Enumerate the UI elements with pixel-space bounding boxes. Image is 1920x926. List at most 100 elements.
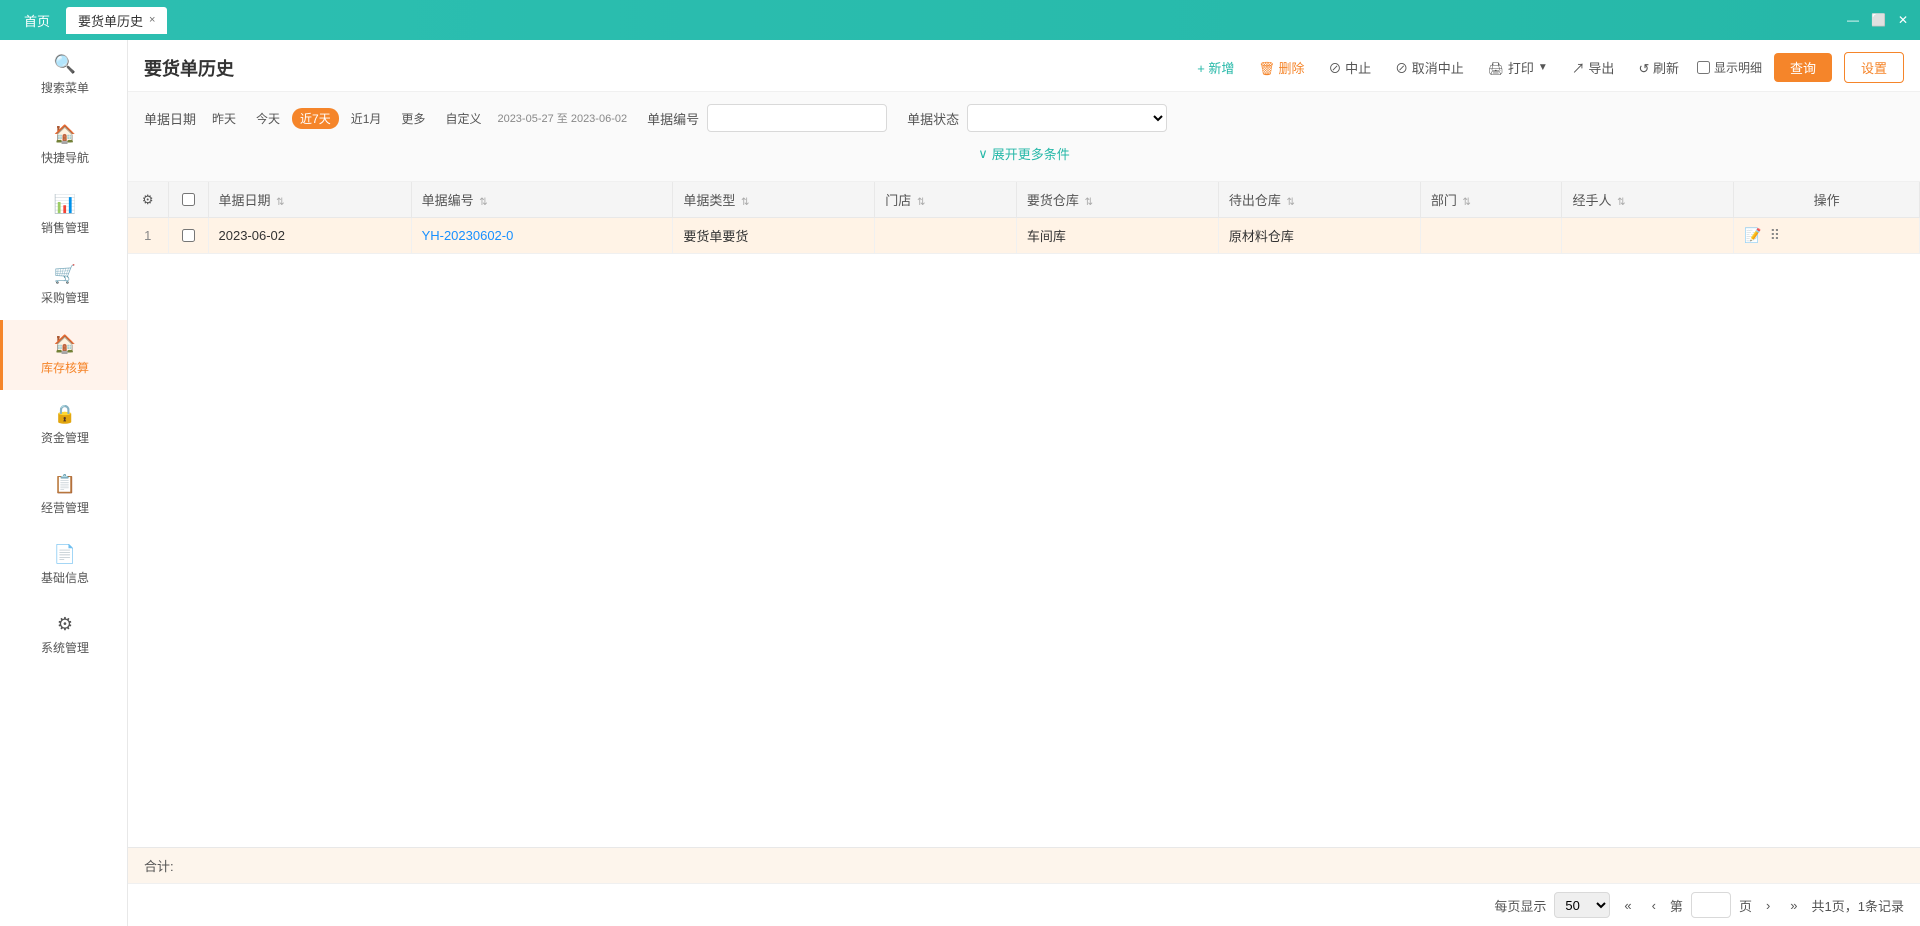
sidebar-item-sys-mgmt[interactable]: ⚙ 系统管理 <box>0 600 127 670</box>
sort-handler-icon: ⇅ <box>1617 197 1625 208</box>
sidebar-item-inventory[interactable]: 🏠 库存核算 <box>0 320 127 390</box>
next-page-button[interactable]: › <box>1760 896 1776 915</box>
sidebar-item-sales-mgmt[interactable]: 📊 销售管理 <box>0 180 127 250</box>
td-action: 📝 ⠿ <box>1734 218 1920 254</box>
basic-info-icon: 📄 <box>54 544 76 565</box>
print-dropdown-icon[interactable]: ▼ <box>1538 62 1548 73</box>
page-number-input[interactable]: 1 <box>1691 892 1731 918</box>
th-date[interactable]: 单据日期 ⇅ <box>208 182 411 218</box>
delete-button[interactable]: 🗑 删除 <box>1252 54 1310 81</box>
chevron-down-icon: ∨ <box>978 146 988 162</box>
search-menu-icon: 🔍 <box>54 54 76 75</box>
filter-area: 单据日期 昨天 今天 近7天 近1月 更多 自定义 2023-05-27 至 2… <box>128 92 1920 182</box>
action-icons: 📝 ⠿ <box>1744 227 1909 244</box>
sidebar-item-ops-mgmt[interactable]: 📋 经营管理 <box>0 460 127 530</box>
sidebar: 🔍 搜索菜单 🏠 快捷导航 📊 销售管理 🛒 采购管理 🏠 库存核算 🔒 资金管… <box>0 40 128 926</box>
tab-bar: 首页 要货单历史 × <box>12 7 1847 34</box>
prev-page-button[interactable]: ‹ <box>1646 896 1662 915</box>
th-req-warehouse[interactable]: 要货仓库 ⇅ <box>1016 182 1218 218</box>
sidebar-item-search-menu[interactable]: 🔍 搜索菜单 <box>0 40 127 110</box>
date-tab-custom[interactable]: 自定义 <box>437 108 489 129</box>
sort-store-icon: ⇅ <box>917 197 925 208</box>
td-store <box>875 218 1017 254</box>
add-button[interactable]: + 新增 <box>1191 54 1240 81</box>
doc-number-label: 单据编号 <box>647 109 699 128</box>
sidebar-item-purchase-mgmt[interactable]: 🛒 采购管理 <box>0 250 127 320</box>
date-tab-more[interactable]: 更多 <box>393 108 433 129</box>
finance-mgmt-icon: 🔒 <box>54 404 76 425</box>
th-number[interactable]: 单据编号 ⇅ <box>411 182 673 218</box>
expand-more-button[interactable]: ∨ 展开更多条件 <box>144 138 1904 169</box>
td-seq: 1 <box>128 218 168 254</box>
top-bar: 首页 要货单历史 × — ⬜ ✕ <box>0 0 1920 40</box>
table-footer: 合计: <box>128 847 1920 883</box>
date-tab-yesterday[interactable]: 昨天 <box>204 108 244 129</box>
display-detail-checkbox[interactable] <box>1697 61 1710 74</box>
td-type: 要货单要货 <box>673 218 875 254</box>
main-layout: 🔍 搜索菜单 🏠 快捷导航 📊 销售管理 🛒 采购管理 🏠 库存核算 🔒 资金管… <box>0 40 1920 926</box>
sort-pending-warehouse-icon: ⇅ <box>1287 197 1295 208</box>
display-detail-checkbox-label[interactable]: 显示明细 <box>1697 59 1762 76</box>
purchase-mgmt-icon: 🛒 <box>54 264 76 285</box>
sidebar-item-basic-info[interactable]: 📄 基础信息 <box>0 530 127 600</box>
settings-button[interactable]: 设置 <box>1844 52 1904 83</box>
page-label: 页 <box>1739 896 1752 915</box>
refresh-button[interactable]: ↺ 刷新 <box>1632 54 1685 81</box>
sort-req-warehouse-icon: ⇅ <box>1085 197 1093 208</box>
sidebar-item-quick-nav[interactable]: 🏠 快捷导航 <box>0 110 127 180</box>
date-filter-label: 单据日期 <box>144 109 196 128</box>
cancel-stop-button[interactable]: ⊘ 取消中止 <box>1389 54 1470 81</box>
quick-nav-icon: 🏠 <box>54 124 76 145</box>
th-handler[interactable]: 经手人 ⇅ <box>1562 182 1734 218</box>
tab-requisition-history[interactable]: 要货单历史 × <box>66 7 167 34</box>
table-header-row: ⚙ 单据日期 ⇅ 单据编号 ⇅ <box>128 182 1920 218</box>
doc-number-link[interactable]: YH-20230602-0 <box>422 228 514 243</box>
doc-number-input[interactable] <box>707 104 887 132</box>
th-settings[interactable]: ⚙ <box>128 182 168 218</box>
last-page-button[interactable]: » <box>1784 896 1803 915</box>
status-filter-group: 单据状态 <box>907 104 1167 132</box>
date-tab-7days[interactable]: 近7天 <box>292 108 339 129</box>
stop-button[interactable]: ⊘ 中止 <box>1323 54 1378 81</box>
date-tab-today[interactable]: 今天 <box>248 108 288 129</box>
page-size-select[interactable]: 20 50 100 <box>1554 892 1610 918</box>
th-pending-warehouse[interactable]: 待出仓库 ⇅ <box>1218 182 1420 218</box>
sales-mgmt-icon: 📊 <box>54 194 76 215</box>
td-number: YH-20230602-0 <box>411 218 673 254</box>
row-checkbox[interactable] <box>182 229 195 242</box>
date-range-display: 2023-05-27 至 2023-06-02 <box>497 110 627 126</box>
table-row[interactable]: 1 2023-06-02 YH-20230602-0 <box>128 218 1920 254</box>
date-tab-1month[interactable]: 近1月 <box>343 108 390 129</box>
sort-type-icon: ⇅ <box>741 197 749 208</box>
print-button[interactable]: 🖨 打印 ▼ <box>1482 54 1554 81</box>
content-area: 要货单历史 + 新增 🗑 删除 ⊘ 中止 ⊘ 取消中止 🖨 打印 ▼ ↗ 导出 … <box>128 40 1920 926</box>
table-container: ⚙ 单据日期 ⇅ 单据编号 ⇅ <box>128 182 1920 847</box>
sort-department-icon: ⇅ <box>1463 197 1471 208</box>
date-tabs: 昨天 今天 近7天 近1月 更多 自定义 <box>204 108 489 129</box>
export-button[interactable]: ↗ 导出 <box>1566 54 1621 81</box>
th-department[interactable]: 部门 ⇅ <box>1420 182 1562 218</box>
status-select[interactable] <box>967 104 1167 132</box>
go-to-label: 第 <box>1670 896 1683 915</box>
th-type[interactable]: 单据类型 ⇅ <box>673 182 875 218</box>
inventory-icon: 🏠 <box>54 334 76 355</box>
select-all-checkbox[interactable] <box>182 193 195 206</box>
th-store[interactable]: 门店 ⇅ <box>875 182 1017 218</box>
close-icon[interactable]: ✕ <box>1898 13 1908 27</box>
td-department <box>1420 218 1562 254</box>
edit-action-icon[interactable]: 📝 <box>1744 227 1761 244</box>
sort-number-icon: ⇅ <box>479 197 487 208</box>
minimize-icon[interactable]: — <box>1847 13 1859 27</box>
date-filter-group: 单据日期 昨天 今天 近7天 近1月 更多 自定义 2023-05-27 至 2… <box>144 108 627 129</box>
maximize-icon[interactable]: ⬜ <box>1871 13 1886 27</box>
first-page-button[interactable]: « <box>1618 896 1637 915</box>
tab-home[interactable]: 首页 <box>12 7 62 34</box>
td-req-warehouse: 车间库 <box>1016 218 1218 254</box>
filter-row-1: 单据日期 昨天 今天 近7天 近1月 更多 自定义 2023-05-27 至 2… <box>144 104 1904 132</box>
tab-close-icon[interactable]: × <box>149 14 155 26</box>
ops-mgmt-icon: 📋 <box>54 474 76 495</box>
sidebar-item-finance-mgmt[interactable]: 🔒 资金管理 <box>0 390 127 460</box>
td-pending-warehouse: 原材料仓库 <box>1218 218 1420 254</box>
search-button[interactable]: 查询 <box>1774 53 1832 82</box>
more-action-icon[interactable]: ⠿ <box>1770 227 1780 244</box>
